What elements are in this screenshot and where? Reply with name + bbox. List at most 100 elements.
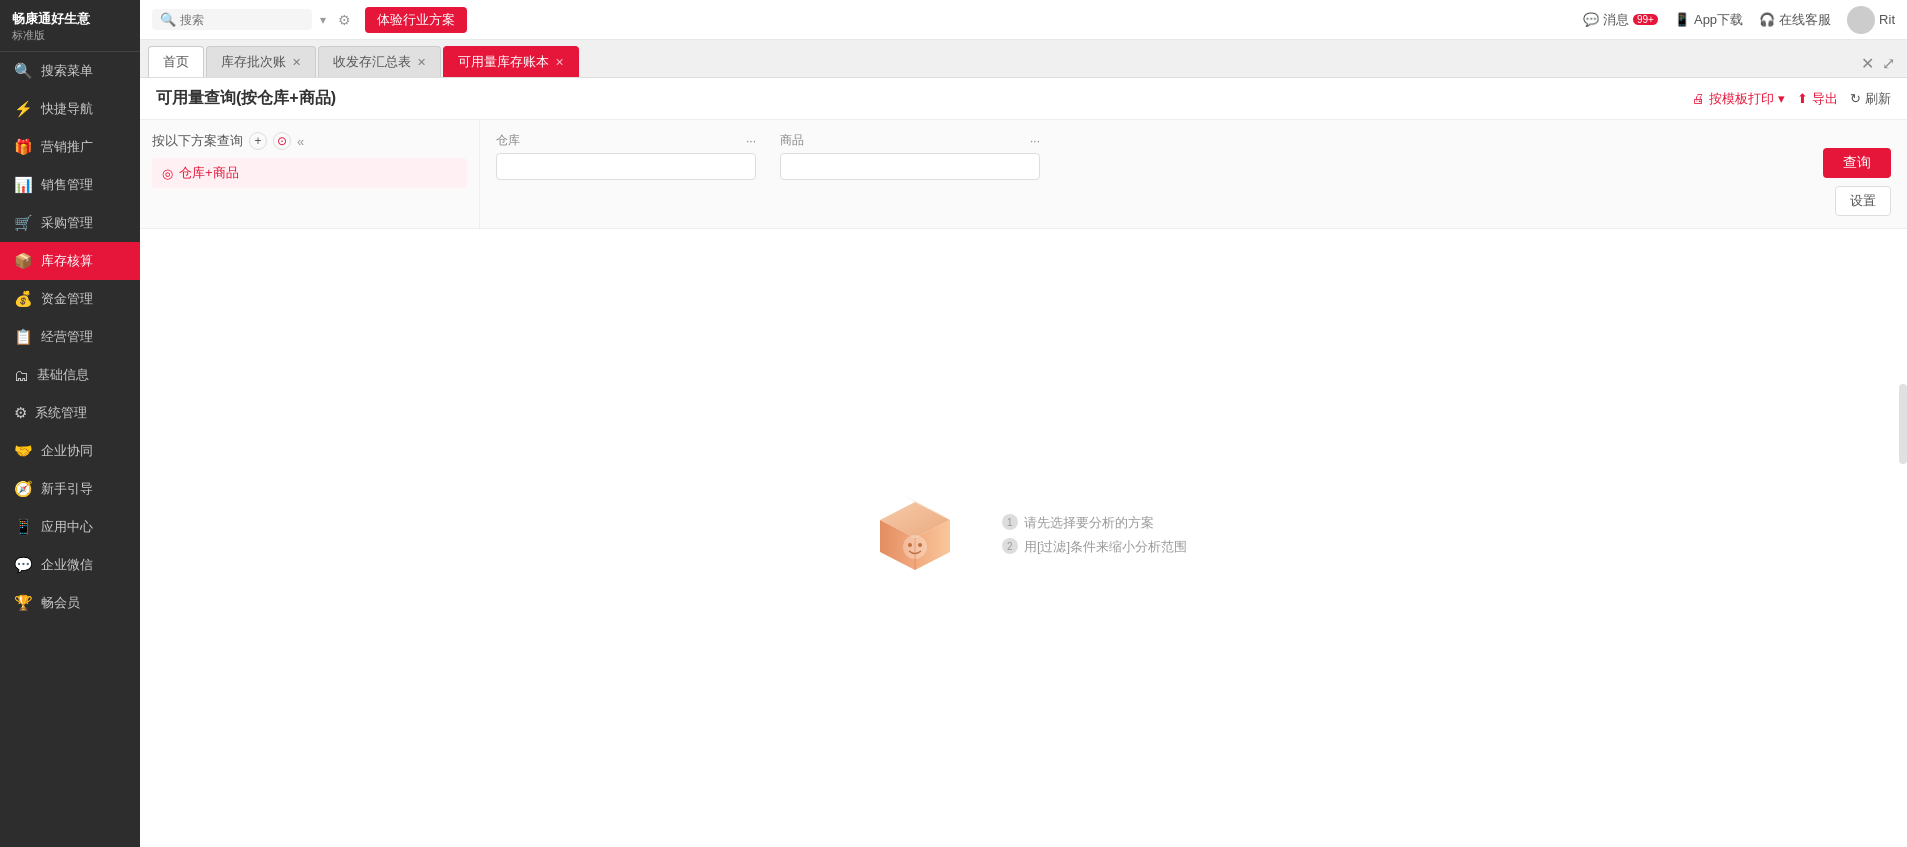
phone-icon: 📱 (1674, 12, 1690, 27)
sidebar-item-shortcut[interactable]: ⚡快捷导航 (0, 90, 140, 128)
sidebar-item-purchase[interactable]: 🛒 采购管理 (0, 204, 140, 242)
headset-icon: 🎧 (1759, 12, 1775, 27)
sidebar-icon-inventory: 📦 (14, 252, 33, 270)
app-download-button[interactable]: 📱 App下载 (1674, 11, 1743, 29)
filter-scheme-panel: 按以下方案查询 + ⊙ « ◎ 仓库+商品 (140, 120, 480, 228)
sidebar-label-finance: 资金管理 (41, 290, 93, 308)
search-input[interactable] (180, 13, 300, 27)
sidebar-item-search[interactable]: 🔍 搜索菜单 (0, 52, 140, 90)
topbar-dropdown-icon[interactable]: ▾ (320, 13, 326, 27)
page-header: 可用量查询(按仓库+商品) 🖨 按模板打印 ▾ ⬆ 导出 ↻ 刷新 (140, 78, 1907, 120)
sidebar-label-member: 畅会员 (41, 594, 80, 612)
sidebar-item-marketing[interactable]: 🎁营销推广 (0, 128, 140, 166)
tab-available-ledger-label: 可用量库存账本 (458, 53, 549, 71)
tab-available-ledger-close[interactable]: ✕ (555, 56, 564, 69)
topbar-search-box[interactable]: 🔍 (152, 9, 312, 30)
print-label: 按模板打印 (1709, 90, 1774, 108)
print-button[interactable]: 🖨 按模板打印 ▾ (1692, 90, 1785, 108)
main-content: 🔍 ▾ ⚙ 体验行业方案 💬 消息 99+ 📱 App下载 🎧 在线客服 Rit (140, 0, 1907, 847)
filter-scheme-warehouse-goods[interactable]: ◎ 仓库+商品 (152, 158, 467, 188)
sidebar-label-cooperation: 企业协同 (41, 442, 93, 460)
refresh-icon: ↻ (1850, 91, 1861, 106)
messages-label: 消息 (1603, 11, 1629, 29)
filter-collapse-icon[interactable]: « (297, 134, 304, 149)
empty-illustration-box (860, 482, 970, 595)
refresh-button[interactable]: ↻ 刷新 (1850, 90, 1891, 108)
warehouse-more-icon[interactable]: ··· (746, 134, 756, 148)
sidebar-icon-search: 🔍 (14, 62, 33, 80)
gear-icon[interactable]: ⚙ (338, 12, 351, 28)
sidebar-menu: 🔍 搜索菜单 ⚡快捷导航🎁营销推广📊销售管理 🛒 采购管理 📦 库存核算 💰 资金管理 📋经营管理… (0, 52, 140, 847)
print-dropdown-icon[interactable]: ▾ (1778, 91, 1785, 106)
sidebar-label-sales: 销售管理 (41, 176, 93, 194)
tab-bar: 首页 库存批次账 ✕ 收发存汇总表 ✕ 可用量库存账本 ✕ ✕ ⤢ (140, 40, 1907, 78)
sidebar-item-cooperation[interactable]: 🤝企业协同 (0, 432, 140, 470)
sidebar-logo-title: 畅康通好生意 (12, 10, 128, 28)
export-button[interactable]: ⬆ 导出 (1797, 90, 1838, 108)
filter-settings-icon[interactable]: ⊙ (273, 132, 291, 150)
messages-button[interactable]: 💬 消息 99+ (1583, 11, 1658, 29)
warehouse-input[interactable] (496, 153, 756, 180)
hint-text-2: 用[过滤]条件来缩小分析范围 (1024, 538, 1187, 556)
sidebar-item-operation[interactable]: 📋经营管理 (0, 318, 140, 356)
search-icon: 🔍 (160, 12, 176, 27)
tab-receive-summary[interactable]: 收发存汇总表 ✕ (318, 46, 441, 77)
sidebar-item-wechat[interactable]: 💬 企业微信 (0, 546, 140, 584)
export-label: 导出 (1812, 90, 1838, 108)
sidebar-icon-member: 🏆 (14, 594, 33, 612)
goods-more-icon[interactable]: ··· (1030, 134, 1040, 148)
filter-fields: 仓库 ··· 商品 ··· 查询 设置 (480, 120, 1907, 228)
online-service-button[interactable]: 🎧 在线客服 (1759, 11, 1831, 29)
tab-batch-ledger[interactable]: 库存批次账 ✕ (206, 46, 316, 77)
right-scrollbar[interactable] (1899, 384, 1907, 464)
sidebar-item-member[interactable]: 🏆 畅会员 (0, 584, 140, 622)
tab-receive-summary-close[interactable]: ✕ (417, 56, 426, 69)
settings-button[interactable]: 设置 (1835, 186, 1891, 216)
empty-hints: 1 请先选择要分析的方案 2 用[过滤]条件来缩小分析范围 (1002, 514, 1187, 562)
goods-input[interactable] (780, 153, 1040, 180)
box-svg (860, 482, 970, 592)
hint-text-1: 请先选择要分析的方案 (1024, 514, 1154, 532)
sidebar-item-finance[interactable]: 💰 资金管理 (0, 280, 140, 318)
sidebar-item-basic[interactable]: 🗂基础信息 (0, 356, 140, 394)
sidebar-item-apps[interactable]: 📱应用中心 (0, 508, 140, 546)
tab-batch-ledger-label: 库存批次账 (221, 53, 286, 71)
sidebar-item-sales[interactable]: 📊销售管理 (0, 166, 140, 204)
sidebar-label-wechat: 企业微信 (41, 556, 93, 574)
filter-header: 按以下方案查询 + ⊙ « (152, 132, 467, 150)
sidebar-item-inventory[interactable]: 📦 库存核算 (0, 242, 140, 280)
tab-expand-icon[interactable]: ⤢ (1878, 50, 1899, 77)
filter-add-icon[interactable]: + (249, 132, 267, 150)
sidebar-label-inventory: 库存核算 (41, 252, 93, 270)
sidebar-icon-marketing: 🎁 (14, 138, 33, 156)
topbar-right: 💬 消息 99+ 📱 App下载 🎧 在线客服 Rit (1583, 6, 1895, 34)
sidebar: 畅康通好生意 标准版 🔍 搜索菜单 ⚡快捷导航🎁营销推广📊销售管理 🛒 采购管理 📦 库存核… (0, 0, 140, 847)
app-download-label: App下载 (1694, 11, 1743, 29)
tab-home[interactable]: 首页 (148, 46, 204, 77)
filter-header-label: 按以下方案查询 (152, 132, 243, 150)
sidebar-label-purchase: 采购管理 (41, 214, 93, 232)
trial-button[interactable]: 体验行业方案 (365, 7, 467, 33)
sidebar-item-system[interactable]: ⚙系统管理 (0, 394, 140, 432)
sidebar-item-newbie[interactable]: 🧭新手引导 (0, 470, 140, 508)
content-area: 1 请先选择要分析的方案 2 用[过滤]条件来缩小分析范围 (140, 229, 1907, 847)
hint-num-2: 2 (1002, 538, 1018, 554)
filter-panel: 按以下方案查询 + ⊙ « ◎ 仓库+商品 仓库 ··· (140, 120, 1907, 229)
tab-available-ledger[interactable]: 可用量库存账本 ✕ (443, 46, 579, 77)
sidebar-logo: 畅康通好生意 标准版 (0, 0, 140, 52)
filter-fields-row: 仓库 ··· 商品 ··· (496, 132, 1807, 180)
sidebar-icon-finance: 💰 (14, 290, 33, 308)
sidebar-label-search: 搜索菜单 (41, 62, 93, 80)
sidebar-icon-purchase: 🛒 (14, 214, 33, 232)
tab-close-icon[interactable]: ✕ (1857, 50, 1878, 77)
page-title: 可用量查询(按仓库+商品) (156, 88, 336, 109)
goods-label: 商品 ··· (780, 132, 1040, 149)
username-label: Rit (1879, 12, 1895, 27)
scheme-name: 仓库+商品 (179, 164, 239, 182)
tab-batch-ledger-close[interactable]: ✕ (292, 56, 301, 69)
query-button[interactable]: 查询 (1823, 148, 1891, 178)
user-area[interactable]: Rit (1847, 6, 1895, 34)
sidebar-icon-wechat: 💬 (14, 556, 33, 574)
warehouse-field: 仓库 ··· (496, 132, 756, 180)
export-icon: ⬆ (1797, 91, 1808, 106)
